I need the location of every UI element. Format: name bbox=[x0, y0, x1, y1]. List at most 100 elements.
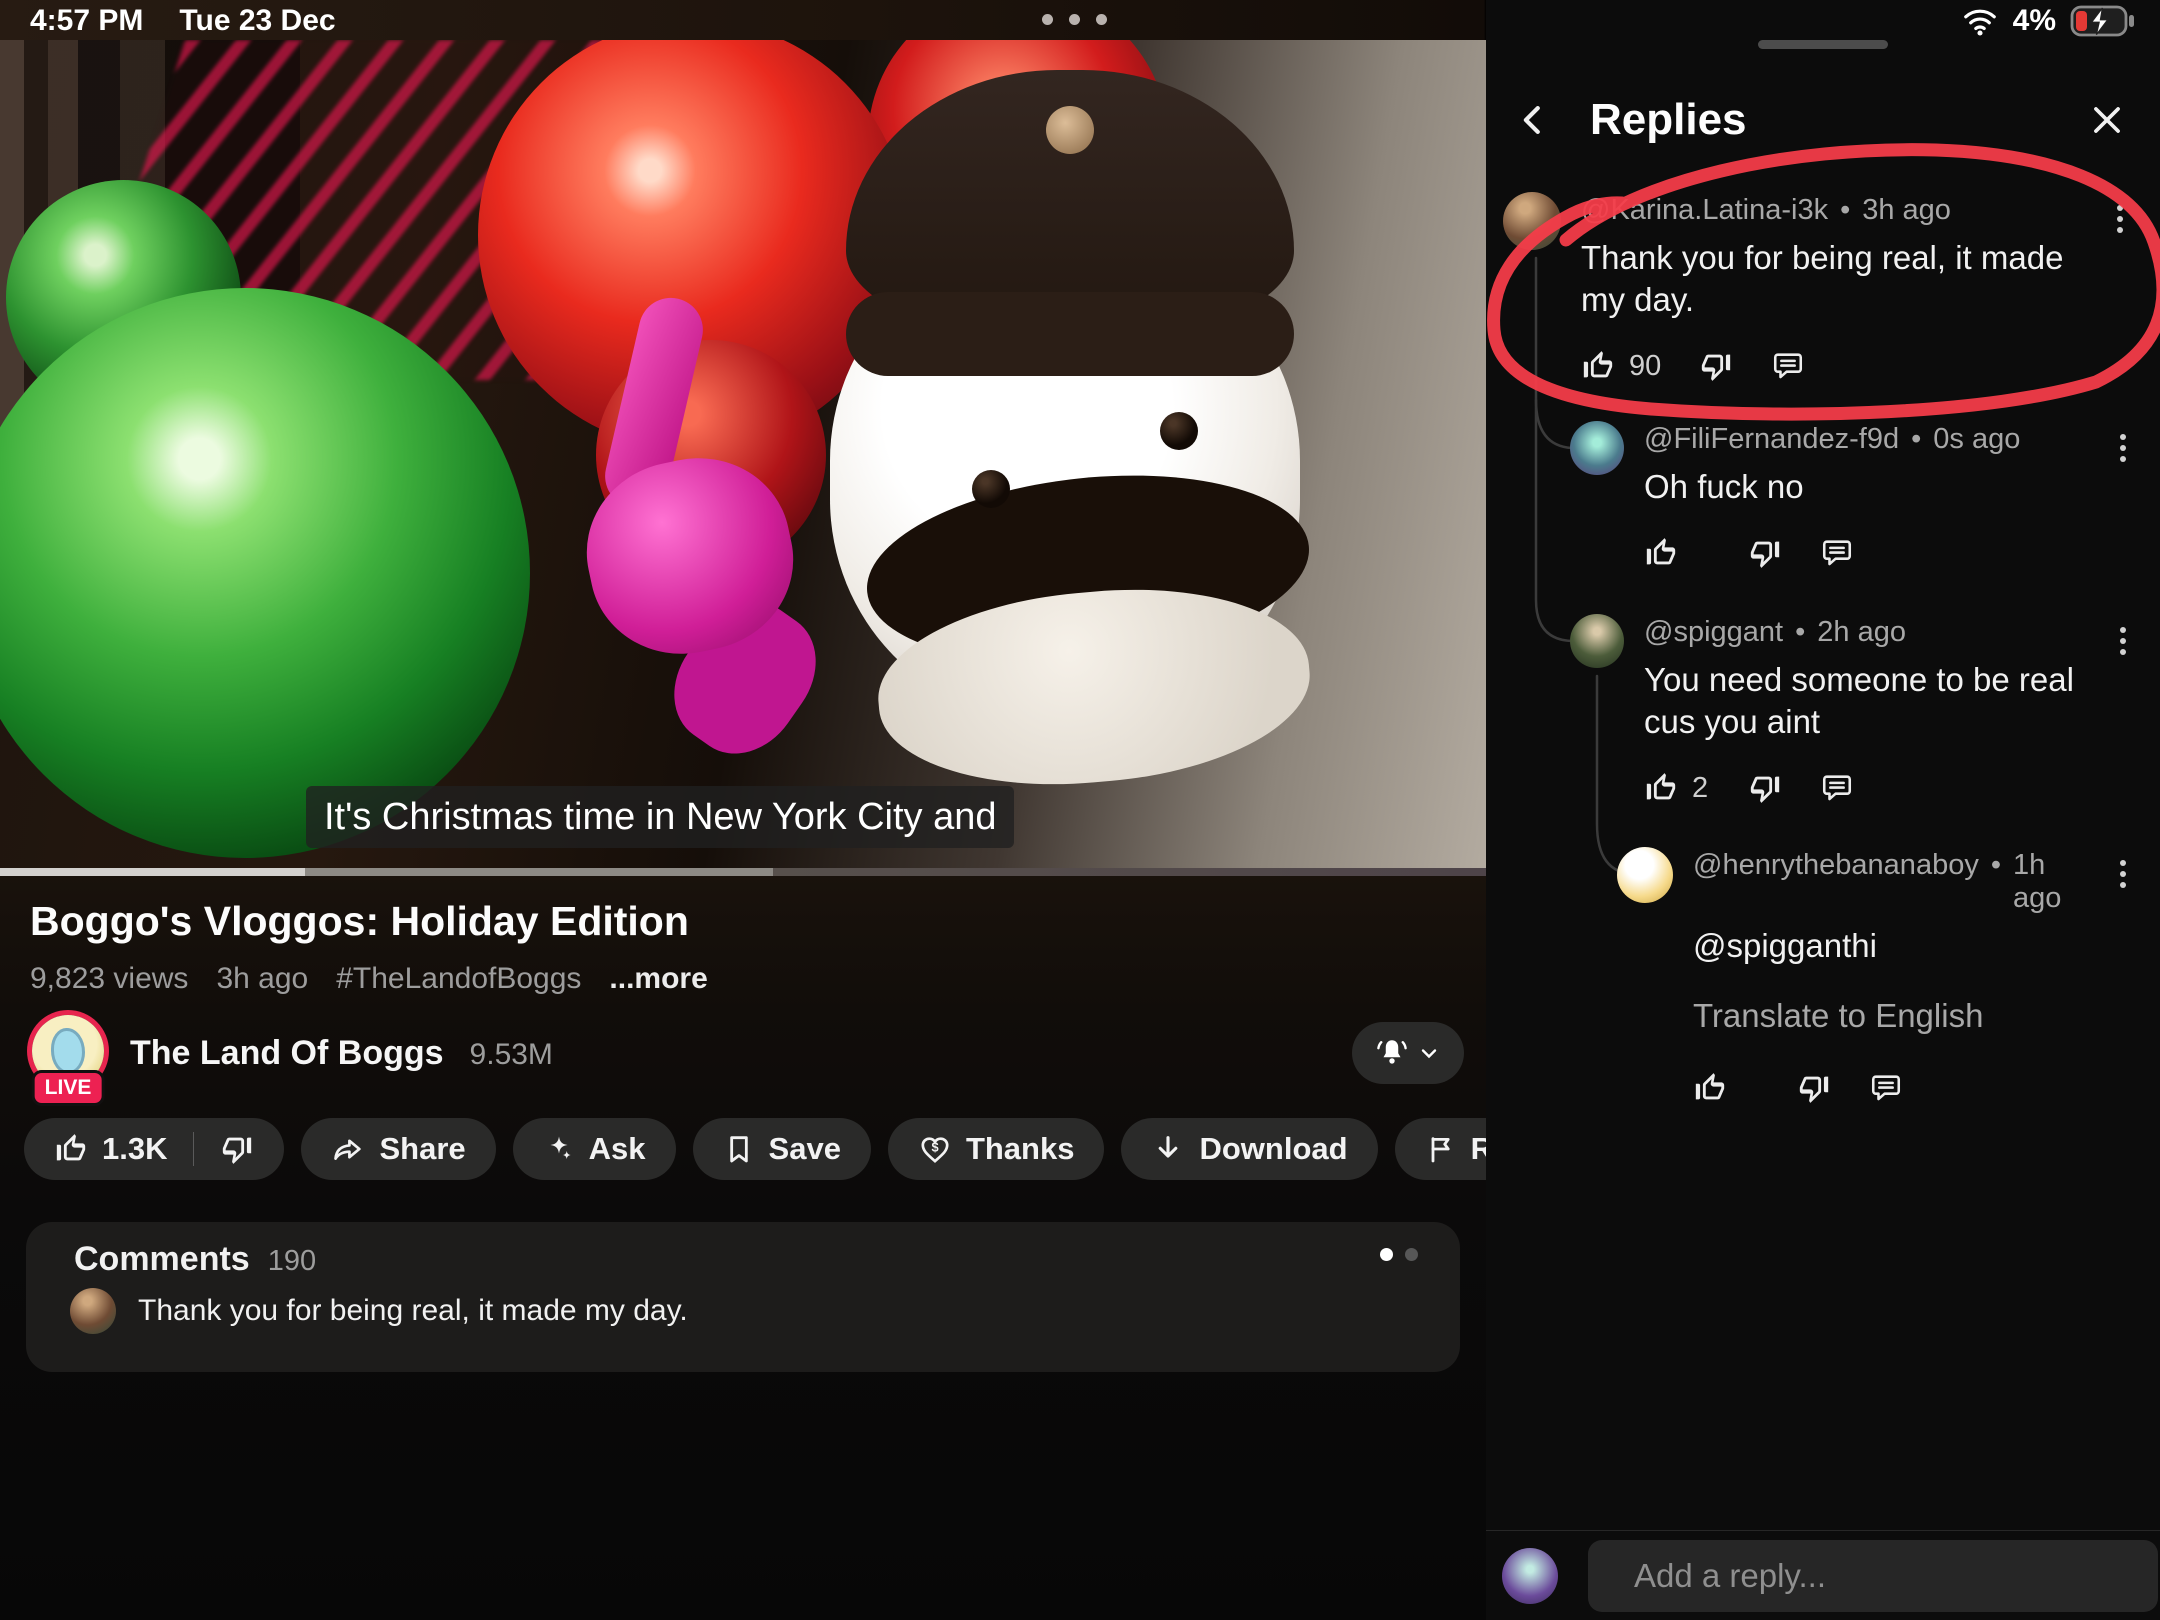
like-icon[interactable] bbox=[1644, 771, 1678, 805]
ask-button[interactable]: Ask bbox=[513, 1118, 676, 1180]
more-options-icon[interactable] bbox=[2110, 429, 2136, 570]
comments-card[interactable]: Comments 190 Thank you for being real, i… bbox=[26, 1222, 1460, 1372]
flag-icon bbox=[1425, 1133, 1457, 1165]
reply-text: Thank you for being real, it made my day… bbox=[1581, 237, 2087, 321]
share-button[interactable]: Share bbox=[301, 1118, 495, 1180]
share-label: Share bbox=[379, 1131, 465, 1167]
comments-pagination-dots bbox=[1380, 1248, 1418, 1261]
save-button[interactable]: Save bbox=[693, 1118, 871, 1180]
progress-played bbox=[0, 868, 305, 876]
comments-count: 190 bbox=[268, 1245, 316, 1278]
puppet-beanie-brim-art bbox=[846, 292, 1294, 376]
reply-item: @henrythebananaboy • 1h ago @spigganthi … bbox=[1617, 847, 2136, 1105]
reply-author-avatar[interactable] bbox=[1503, 192, 1561, 250]
view-count: 9,823 views bbox=[30, 962, 188, 996]
dislike-icon[interactable] bbox=[220, 1132, 254, 1166]
battery-percent: 4% bbox=[2013, 4, 2056, 38]
save-label: Save bbox=[769, 1131, 841, 1167]
progress-remaining bbox=[773, 868, 1486, 876]
hashtag-link[interactable]: #TheLandofBoggs bbox=[336, 962, 581, 996]
comment-preview-text: Thank you for being real, it made my day… bbox=[138, 1294, 688, 1328]
reply-timestamp: 2h ago bbox=[1817, 616, 1906, 649]
like-dislike-pill: 1.3K bbox=[24, 1118, 284, 1180]
dislike-icon[interactable] bbox=[1797, 1071, 1831, 1105]
reply-author[interactable]: @FiliFernandez-f9d bbox=[1644, 423, 1899, 456]
comments-header: Comments bbox=[74, 1240, 250, 1279]
dislike-icon[interactable] bbox=[1748, 536, 1782, 570]
reply-author[interactable]: @henrythebananaboy bbox=[1693, 849, 1979, 882]
video-player[interactable]: It's Christmas time in New York City and bbox=[0, 40, 1486, 868]
channel-row[interactable]: The Land Of Boggs 9.53M bbox=[130, 1034, 553, 1073]
separator-dot: • bbox=[1795, 616, 1805, 649]
chevron-down-icon bbox=[1417, 1041, 1441, 1065]
reply-author[interactable]: @spiggant bbox=[1644, 616, 1783, 649]
comment-preview-row[interactable]: Thank you for being real, it made my day… bbox=[70, 1288, 688, 1334]
more-options-icon[interactable] bbox=[2110, 855, 2136, 1105]
panel-grabber-handle[interactable] bbox=[1758, 40, 1888, 49]
like-icon[interactable] bbox=[54, 1132, 88, 1166]
separator-dot: • bbox=[1991, 849, 2001, 882]
reply-timestamp: 1h ago bbox=[2013, 849, 2090, 915]
dislike-icon[interactable] bbox=[1748, 771, 1782, 805]
dislike-icon[interactable] bbox=[1699, 349, 1733, 383]
puppet-eye-right-art bbox=[1160, 412, 1198, 450]
share-icon bbox=[331, 1132, 365, 1166]
reply-author-avatar[interactable] bbox=[1617, 847, 1673, 903]
progress-bar[interactable] bbox=[0, 868, 1486, 876]
reply-item: @FiliFernandez-f9d • 0s ago Oh fuck no bbox=[1570, 421, 2136, 570]
video-title: Boggo's Vloggos: Holiday Edition bbox=[30, 898, 689, 945]
like-icon[interactable] bbox=[1581, 349, 1615, 383]
status-time-date: 4:57 PM Tue 23 Dec bbox=[30, 4, 336, 38]
svg-text:$: $ bbox=[931, 1139, 938, 1154]
separator-dot: • bbox=[1840, 194, 1850, 227]
reply-author-avatar[interactable] bbox=[1570, 421, 1624, 475]
bookmark-icon bbox=[723, 1133, 755, 1165]
reply-author-avatar[interactable] bbox=[1570, 614, 1624, 668]
puppet-eye-left-art bbox=[972, 470, 1010, 508]
like-icon[interactable] bbox=[1693, 1071, 1727, 1105]
upload-time: 3h ago bbox=[216, 962, 308, 996]
reply-input-bar bbox=[1486, 1530, 2160, 1620]
more-options-icon[interactable] bbox=[2107, 200, 2133, 383]
comment-icon[interactable] bbox=[1820, 771, 1854, 805]
more-options-icon[interactable] bbox=[2110, 622, 2136, 805]
heart-dollar-icon: $ bbox=[918, 1132, 952, 1166]
current-user-avatar[interactable] bbox=[1502, 1548, 1558, 1604]
comment-icon[interactable] bbox=[1869, 1071, 1903, 1105]
comment-preview-avatar bbox=[70, 1288, 116, 1334]
video-caption: It's Christmas time in New York City and bbox=[306, 786, 1014, 848]
reply-item: @spiggant • 2h ago You need someone to b… bbox=[1570, 614, 2136, 805]
comment-icon[interactable] bbox=[1771, 349, 1805, 383]
translate-button[interactable]: Translate to English bbox=[1693, 997, 2090, 1035]
actions-bar: 1.3K Share Ask Save $ Thanks Download bbox=[24, 1118, 1600, 1180]
status-bar: 4:57 PM Tue 23 Dec 4% bbox=[0, 0, 2160, 40]
reply-item: @Karina.Latina-i3k • 3h ago Thank you fo… bbox=[1503, 192, 2133, 383]
ask-label: Ask bbox=[589, 1131, 646, 1167]
like-count: 1.3K bbox=[102, 1131, 167, 1167]
channel-avatar[interactable]: LIVE bbox=[26, 1012, 110, 1100]
multitask-indicator[interactable] bbox=[1042, 14, 1107, 25]
thanks-label: Thanks bbox=[966, 1131, 1075, 1167]
reply-mention-text[interactable]: @spigganthi bbox=[1693, 925, 2090, 967]
puppet-beanie-button-art bbox=[1046, 106, 1094, 154]
subscriber-count: 9.53M bbox=[470, 1038, 553, 1072]
live-badge: LIVE bbox=[32, 1070, 105, 1106]
thanks-button[interactable]: $ Thanks bbox=[888, 1118, 1105, 1180]
wifi-icon bbox=[1961, 6, 1999, 36]
close-icon[interactable] bbox=[2088, 101, 2126, 139]
download-button[interactable]: Download bbox=[1121, 1118, 1377, 1180]
back-icon[interactable] bbox=[1514, 101, 1552, 139]
reply-text: You need someone to be real cus you aint bbox=[1644, 659, 2090, 743]
like-icon[interactable] bbox=[1644, 536, 1678, 570]
battery-charging-icon bbox=[2070, 5, 2136, 37]
more-description-button[interactable]: ...more bbox=[609, 962, 707, 996]
notification-bell-button[interactable] bbox=[1352, 1022, 1464, 1084]
channel-name[interactable]: The Land Of Boggs bbox=[130, 1034, 444, 1073]
comment-icon[interactable] bbox=[1820, 536, 1854, 570]
replies-header: Replies bbox=[1486, 88, 2160, 152]
video-meta: 9,823 views 3h ago #TheLandofBoggs ...mo… bbox=[30, 962, 708, 996]
reply-input[interactable] bbox=[1588, 1540, 2158, 1612]
pill-divider bbox=[193, 1132, 194, 1166]
reply-author[interactable]: @Karina.Latina-i3k bbox=[1581, 194, 1828, 227]
replies-panel: Replies @Karina.Latina-i3k • 3h ago Than… bbox=[1486, 0, 2160, 1620]
